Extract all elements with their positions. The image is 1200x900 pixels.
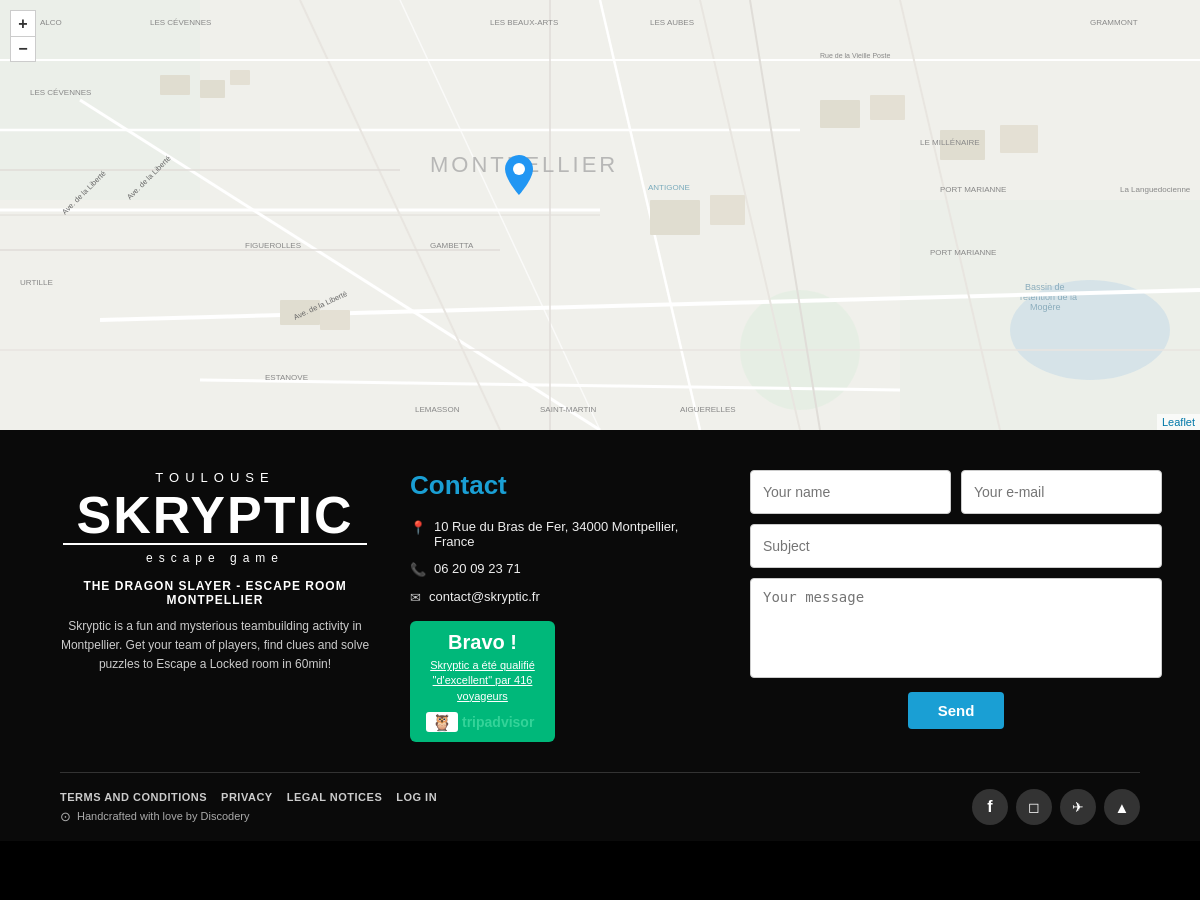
svg-text:ANTIGONE: ANTIGONE [648,183,690,192]
footer-links: TERMS AND CONDITIONS PRIVACY LEGAL NOTIC… [60,791,437,803]
tripadvisor-wordmark: tripadvisor [462,714,534,730]
svg-rect-26 [200,80,225,98]
brand-toulouse: TOULOUSE [60,470,370,485]
map-controls: + − [10,10,36,62]
svg-text:Bassin de: Bassin de [1025,282,1065,292]
email-input[interactable] [961,470,1162,514]
tripadvisor-text: Skryptic a été qualifié "d'excellent" pa… [426,658,539,704]
tripadvisor-bravo: Bravo ! [426,631,539,654]
svg-text:GRAMMONT: GRAMMONT [1090,18,1138,27]
instagram-button[interactable]: ◻ [1016,789,1052,825]
map-attribution[interactable]: Leaflet [1157,414,1200,430]
brand-description: Skryptic is a fun and mysterious teambui… [60,617,370,675]
contact-column: Contact 📍 10 Rue du Bras de Fer, 34000 M… [410,470,710,742]
svg-text:Mogère: Mogère [1030,302,1061,312]
instagram-icon: ◻ [1028,799,1040,815]
login-link[interactable]: LOG IN [396,791,437,803]
zoom-in-button[interactable]: + [10,10,36,36]
svg-text:FIGUEROLLES: FIGUEROLLES [245,241,301,250]
send-button[interactable]: Send [908,692,1005,729]
svg-text:LE MILLÉNAIRE: LE MILLÉNAIRE [920,138,980,147]
footer-bottom: TERMS AND CONDITIONS PRIVACY LEGAL NOTIC… [60,772,1140,841]
svg-point-59 [513,163,525,175]
footer: TOULOUSE SKRYPTIC escape game THE DRAGON… [0,430,1200,841]
svg-rect-32 [820,100,860,128]
brand-escape: escape game [60,551,370,565]
tripadvisor-trip: trip [462,714,485,730]
svg-rect-33 [870,95,905,120]
terms-link[interactable]: TERMS AND CONDITIONS [60,791,207,803]
svg-text:LES AUBES: LES AUBES [650,18,694,27]
phone-icon: 📞 [410,562,426,577]
map-pin [505,155,533,199]
email-icon: ✉ [410,590,421,605]
svg-rect-29 [320,310,350,330]
svg-rect-30 [650,200,700,235]
handcrafted-icon: ⊙ [60,809,71,824]
facebook-button[interactable]: f [972,789,1008,825]
svg-text:AIGUERELLES: AIGUERELLES [680,405,736,414]
brand-column: TOULOUSE SKRYPTIC escape game THE DRAGON… [60,470,370,675]
svg-text:ESTANOVE: ESTANOVE [265,373,308,382]
brand-skryptic: SKRYPTIC [77,489,354,545]
svg-text:LEMASSON: LEMASSON [415,405,460,414]
scroll-top-button[interactable]: ▲ [1104,789,1140,825]
form-name-email-row [750,470,1162,514]
svg-text:URTILLE: URTILLE [20,278,53,287]
svg-rect-25 [160,75,190,95]
subject-input[interactable] [750,524,1162,568]
svg-text:La Languedocienne: La Languedocienne [1120,185,1191,194]
map-section: Bassin de retention de la Mogère [0,0,1200,430]
tripadvisor-button[interactable]: ✈ [1060,789,1096,825]
svg-text:SAINT-MARTIN: SAINT-MARTIN [540,405,597,414]
tripadvisor-social-icon: ✈ [1072,799,1084,815]
tripadvisor-advisor: advisor [485,714,535,730]
svg-text:LES BEAUX-ARTS: LES BEAUX-ARTS [490,18,558,27]
svg-text:ALCO: ALCO [40,18,62,27]
brand-subtitle: THE DRAGON SLAYER - ESCAPE ROOM MONTPELL… [60,579,370,607]
contact-address: 📍 10 Rue du Bras de Fer, 34000 Montpelli… [410,519,710,549]
svg-text:GAMBETTA: GAMBETTA [430,241,474,250]
legal-link[interactable]: LEGAL NOTICES [287,791,383,803]
contact-email: ✉ contact@skryptic.fr [410,589,710,605]
message-textarea[interactable] [750,578,1162,678]
map-background: Bassin de retention de la Mogère [0,0,1200,430]
footer-social: f ◻ ✈ ▲ [972,789,1140,825]
tripadvisor-badge: Bravo ! Skryptic a été qualifié "d'excel… [410,621,555,742]
footer-handcrafted: ⊙ Handcrafted with love by Discodery [60,809,437,824]
name-input[interactable] [750,470,951,514]
svg-text:LES CÉVENNES: LES CÉVENNES [30,88,91,97]
contact-title: Contact [410,470,710,501]
privacy-link[interactable]: PRIVACY [221,791,273,803]
tripadvisor-logo: 🦉 tripadvisor [426,712,539,732]
zoom-out-button[interactable]: − [10,36,36,62]
svg-text:PORT MARIANNE: PORT MARIANNE [930,248,996,257]
svg-text:LES CÉVENNES: LES CÉVENNES [150,18,211,27]
location-icon: 📍 [410,520,426,535]
chevron-up-icon: ▲ [1115,799,1130,816]
svg-rect-35 [1000,125,1038,153]
svg-text:Rue de la Vieille Poste: Rue de la Vieille Poste [820,52,890,59]
svg-text:PORT MARIANNE: PORT MARIANNE [940,185,1006,194]
footer-main: TOULOUSE SKRYPTIC escape game THE DRAGON… [60,470,1140,772]
svg-rect-31 [710,195,745,225]
facebook-icon: f [987,798,992,816]
svg-rect-27 [230,70,250,85]
contact-phone: 📞 06 20 09 23 71 [410,561,710,577]
footer-left: TERMS AND CONDITIONS PRIVACY LEGAL NOTIC… [60,791,437,824]
brand-logo-container: SKRYPTIC [60,489,370,545]
tripadvisor-owl-icon: 🦉 [426,712,458,732]
contact-form: Send [750,470,1162,729]
